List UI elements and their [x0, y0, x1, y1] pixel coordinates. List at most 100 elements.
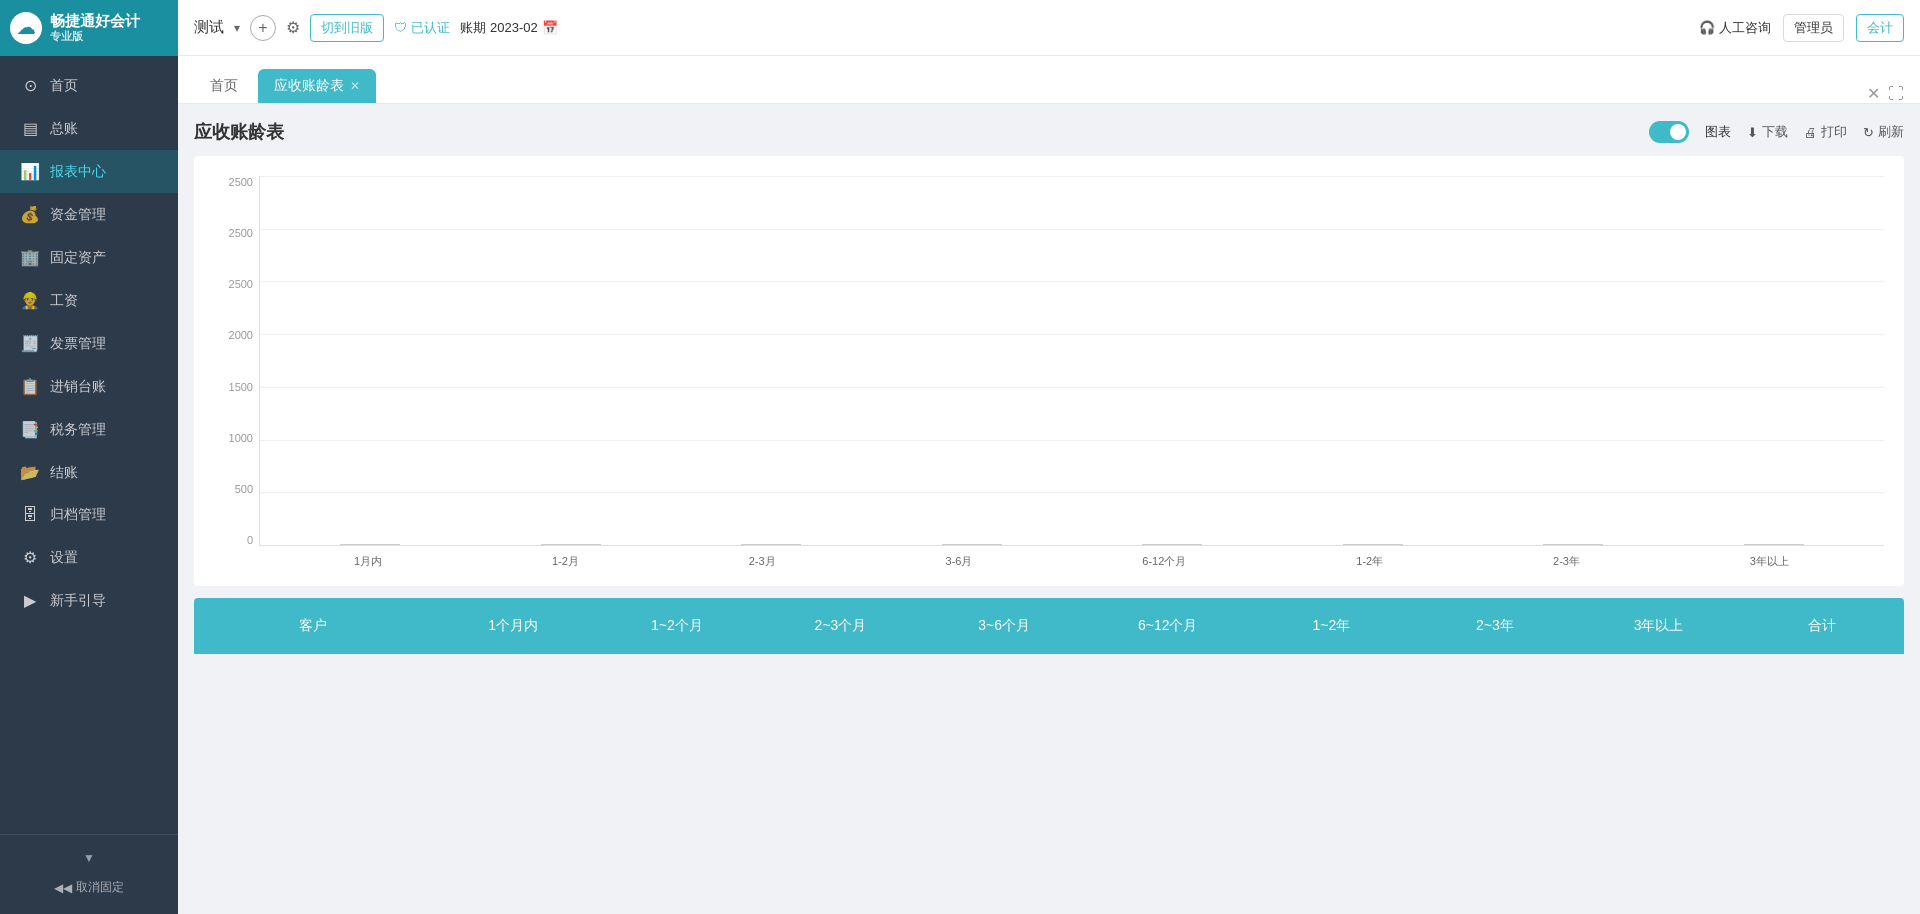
- sidebar-item-home[interactable]: ⊙ 首页: [0, 64, 178, 107]
- print-icon: 🖨: [1804, 125, 1817, 140]
- th-6-12m: 6~12个月: [1086, 617, 1250, 635]
- tab-close-all-btn[interactable]: ✕: [1867, 84, 1880, 103]
- topbar: 测试 ▾ + ⚙ 切到旧版 🛡 已认证 账期 2023-02 📅 🎧 人工咨询 …: [178, 0, 1920, 56]
- chart-toggle-label: 图表: [1705, 123, 1731, 141]
- purchase-sales-icon: 📋: [20, 377, 40, 396]
- payroll-icon: 👷: [20, 291, 40, 310]
- cancel-fixed-btn[interactable]: ◀◀ 取消固定: [0, 871, 178, 904]
- cert-text: 已认证: [411, 19, 450, 37]
- sidebar-item-label: 资金管理: [50, 206, 106, 224]
- tab-close-btn[interactable]: ✕: [350, 79, 360, 93]
- refresh-btn[interactable]: ↻ 刷新: [1863, 123, 1904, 141]
- download-icon: ⬇: [1747, 125, 1758, 140]
- sidebar-item-ledger[interactable]: ▤ 总账: [0, 107, 178, 150]
- refresh-icon: ↻: [1863, 125, 1874, 140]
- sidebar-item-reports[interactable]: 📊 报表中心: [0, 150, 178, 193]
- switch-version-btn[interactable]: 切到旧版: [310, 14, 384, 42]
- ledger-icon: ▤: [20, 119, 40, 138]
- tab-receivable-aging[interactable]: 应收账龄表 ✕: [258, 69, 376, 103]
- cert-status: 🛡 已认证: [394, 19, 450, 37]
- download-btn[interactable]: ⬇ 下载: [1747, 123, 1788, 141]
- bars-container: [260, 176, 1884, 545]
- assets-icon: 🏢: [20, 248, 40, 267]
- sidebar-item-closing[interactable]: 📂 结账: [0, 451, 178, 494]
- sidebar-item-label: 总账: [50, 120, 78, 138]
- reports-icon: 📊: [20, 162, 40, 181]
- bar-group-3-6m: [942, 544, 1002, 545]
- sidebar-item-guide[interactable]: ▶ 新手引导: [0, 579, 178, 622]
- bar-group-2-3m: [741, 544, 801, 545]
- sidebar-item-funds[interactable]: 💰 资金管理: [0, 193, 178, 236]
- app-logo-icon: ☁: [10, 12, 42, 44]
- company-dropdown-btn[interactable]: ▾: [234, 21, 240, 35]
- bar-1-2m: [541, 544, 601, 545]
- manager-btn[interactable]: 管理员: [1783, 14, 1844, 42]
- consult-btn[interactable]: 🎧 人工咨询: [1699, 19, 1771, 37]
- funds-icon: 💰: [20, 205, 40, 224]
- tax-icon: 📑: [20, 420, 40, 439]
- sidebar-item-purchase-sales[interactable]: 📋 进销台账: [0, 365, 178, 408]
- th-customer: 客户: [194, 617, 431, 635]
- sidebar-item-label: 工资: [50, 292, 78, 310]
- sidebar-item-payroll[interactable]: 👷 工资: [0, 279, 178, 322]
- sidebar-item-label: 首页: [50, 77, 78, 95]
- bar-3plus: [1744, 544, 1804, 545]
- archive-icon: 🗄: [20, 506, 40, 524]
- sidebar-item-settings[interactable]: ⚙ 设置: [0, 536, 178, 579]
- bar-group-2-3y: [1543, 544, 1603, 545]
- company-name: 测试: [194, 18, 224, 37]
- bar-1-2y: [1343, 544, 1403, 545]
- sidebar-nav: ⊙ 首页 ▤ 总账 📊 报表中心 💰 资金管理 🏢 固定资产 👷 工资: [0, 56, 178, 834]
- sidebar-item-assets[interactable]: 🏢 固定资产: [0, 236, 178, 279]
- print-btn[interactable]: 🖨 打印: [1804, 123, 1847, 141]
- app-name: 畅捷通好会计 专业版: [50, 12, 140, 43]
- tab-home[interactable]: 首页: [194, 69, 254, 103]
- sidebar-item-archive[interactable]: 🗄 归档管理: [0, 494, 178, 536]
- scroll-down-btn[interactable]: ▼: [0, 845, 178, 871]
- th-1-2m: 1~2个月: [595, 617, 759, 635]
- sidebar-item-label: 发票管理: [50, 335, 106, 353]
- consult-label: 人工咨询: [1719, 19, 1771, 37]
- bar-1m: [340, 544, 400, 545]
- accounting-period: 账期 2023-02 📅: [460, 19, 558, 37]
- th-1-2y: 1~2年: [1250, 617, 1414, 635]
- main-area: 测试 ▾ + ⚙ 切到旧版 🛡 已认证 账期 2023-02 📅 🎧 人工咨询 …: [178, 0, 1920, 914]
- add-company-btn[interactable]: +: [250, 15, 276, 41]
- sidebar-item-tax[interactable]: 📑 税务管理: [0, 408, 178, 451]
- accountant-btn[interactable]: 会计: [1856, 14, 1904, 42]
- bar-3-6m: [942, 544, 1002, 545]
- period-value: 2023-02: [490, 20, 538, 35]
- y-axis: 2500 2500 2500 2000 1500 1000 500 0: [214, 176, 259, 546]
- bar-group-1-2m: [541, 544, 601, 545]
- page-header: 应收账龄表 图表 ⬇ 下载 🖨 打印 ↻ 刷新: [194, 120, 1904, 144]
- settings-icon: ⚙: [20, 548, 40, 567]
- chart-container: 2500 2500 2500 2000 1500 1000 500 0: [194, 156, 1904, 586]
- company-settings-btn[interactable]: ⚙: [286, 18, 300, 37]
- invoice-icon: 🧾: [20, 334, 40, 353]
- th-total: 合计: [1740, 617, 1904, 635]
- bar-group-1-2y: [1343, 544, 1403, 545]
- bar-group-1m: [340, 544, 400, 545]
- home-icon: ⊙: [20, 76, 40, 95]
- x-axis: 1月内 1-2月 2-3月 3-6月 6-12个月 1-2年 2-3年 3年以上: [259, 546, 1884, 576]
- sidebar-item-label: 固定资产: [50, 249, 106, 267]
- page-actions: 图表 ⬇ 下载 🖨 打印 ↻ 刷新: [1649, 121, 1904, 143]
- th-2-3y: 2~3年: [1413, 617, 1577, 635]
- bar-2-3y: [1543, 544, 1603, 545]
- sidebar-item-label: 进销台账: [50, 378, 106, 396]
- tab-expand-btn[interactable]: ⛶: [1888, 85, 1904, 103]
- table-header: 客户 1个月内 1~2个月 2~3个月 3~6个月 6~12个月 1~2年 2~…: [194, 598, 1904, 654]
- consult-icon: 🎧: [1699, 20, 1715, 35]
- closing-icon: 📂: [20, 463, 40, 482]
- calendar-icon[interactable]: 📅: [542, 20, 558, 35]
- tabbar: 首页 应收账龄表 ✕ ✕ ⛶: [178, 56, 1920, 104]
- bar-group-3plus: [1744, 544, 1804, 545]
- content-area: 应收账龄表 图表 ⬇ 下载 🖨 打印 ↻ 刷新: [178, 104, 1920, 914]
- sidebar-bottom: ▼ ◀◀ 取消固定: [0, 834, 178, 914]
- chart-plot-area: [259, 176, 1884, 546]
- sidebar-item-invoice[interactable]: 🧾 发票管理: [0, 322, 178, 365]
- sidebar-item-label: 设置: [50, 549, 78, 567]
- chart-toggle[interactable]: [1649, 121, 1689, 143]
- topbar-right: 🎧 人工咨询 管理员 会计: [1699, 14, 1904, 42]
- sidebar-item-label: 报表中心: [50, 163, 106, 181]
